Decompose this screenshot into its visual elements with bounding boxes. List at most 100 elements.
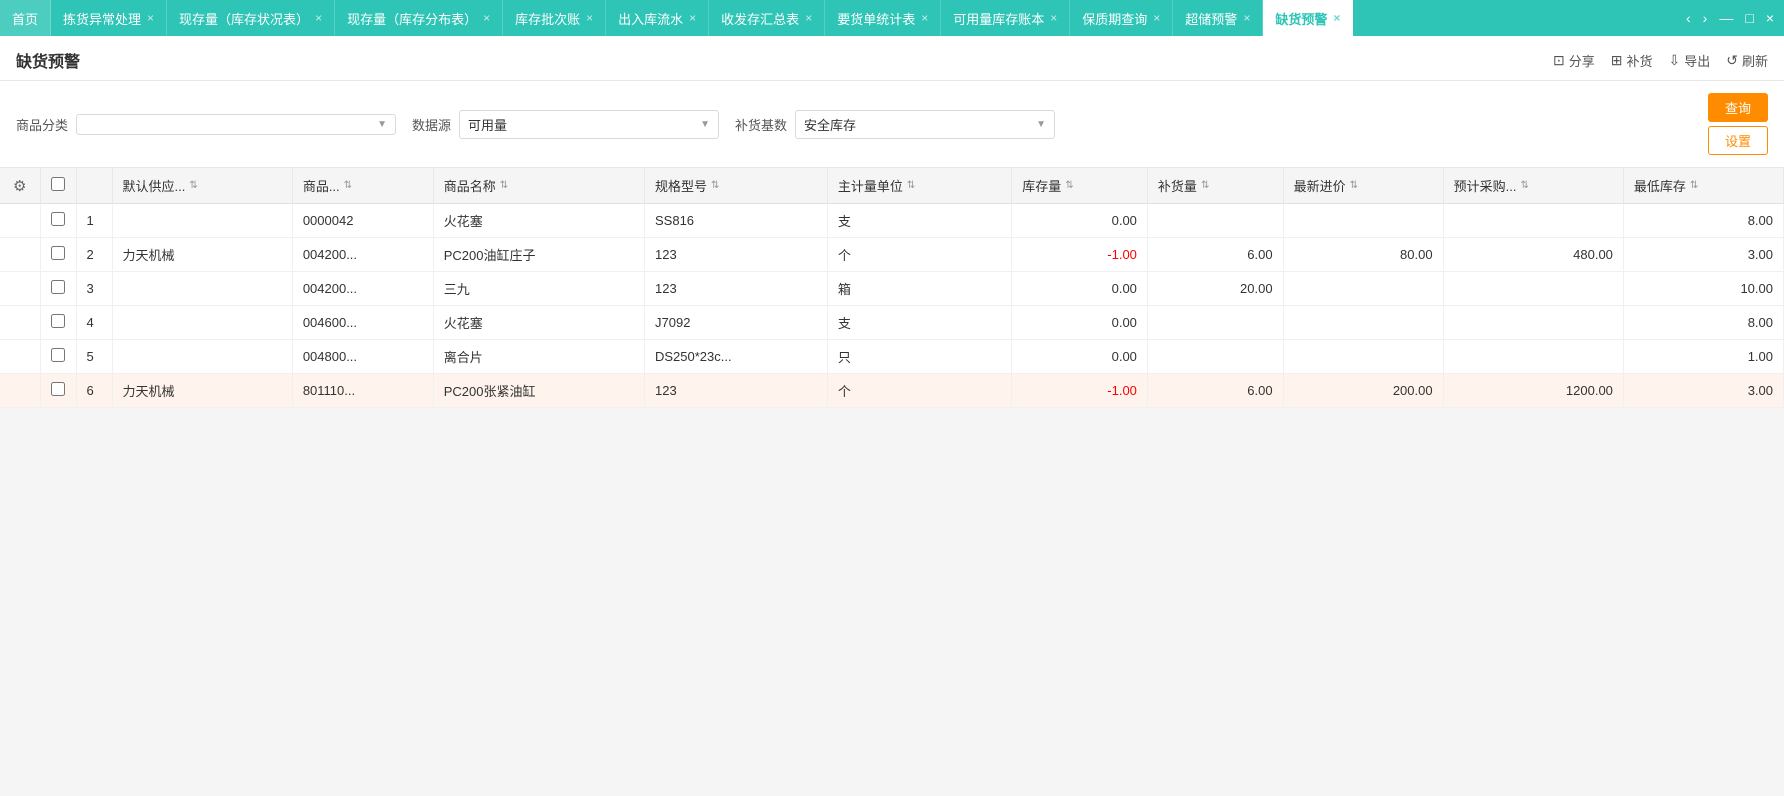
- row-stock-qty-cell: 0.00: [1012, 204, 1148, 238]
- row-supplier-cell: 力天机械: [112, 374, 292, 408]
- tab-home[interactable]: 首页: [0, 0, 51, 36]
- row-checkbox[interactable]: [51, 212, 65, 226]
- th-gear[interactable]: ⚙: [0, 168, 40, 204]
- row-spec-cell: J7092: [645, 306, 828, 340]
- tab-next-button[interactable]: ›: [1697, 0, 1714, 36]
- tab-exception[interactable]: 拣货异常处理 ×: [51, 0, 167, 36]
- row-checkbox[interactable]: [51, 348, 65, 362]
- table-row[interactable]: 3 004200... 三九 123 箱 0.00 20.00 10.00: [0, 272, 1784, 306]
- tab-inout-flow[interactable]: 出入库流水 ×: [606, 0, 709, 36]
- replenish-basis-select[interactable]: 安全库存 ▼: [795, 110, 1055, 139]
- row-stock-qty-cell: -1.00: [1012, 238, 1148, 272]
- row-estimated-purchase-cell: [1443, 272, 1623, 306]
- row-code-cell: 004600...: [292, 306, 433, 340]
- row-checkbox[interactable]: [51, 382, 65, 396]
- row-checkbox[interactable]: [51, 314, 65, 328]
- replenish-button[interactable]: ⊞ 补货: [1611, 51, 1653, 70]
- row-min-stock-cell: 8.00: [1623, 204, 1783, 238]
- replenish-basis-value: 安全库存: [804, 115, 856, 134]
- datasource-filter-group: 数据源 可用量 ▼: [412, 110, 719, 139]
- tab-maximize-button[interactable]: □: [1739, 0, 1759, 36]
- sort-unit-icon: ⇅: [907, 180, 915, 191]
- row-index-cell: 5: [76, 340, 112, 374]
- category-select[interactable]: ▼: [76, 114, 396, 135]
- sort-estimated-icon: ⇅: [1520, 180, 1528, 191]
- tab-stock-dist[interactable]: 现存量（库存分布表） ×: [335, 0, 503, 36]
- close-tab-receive[interactable]: ×: [805, 11, 812, 25]
- row-checkbox-cell[interactable]: [40, 374, 76, 408]
- tab-stock-status[interactable]: 现存量（库存状况表） ×: [167, 0, 335, 36]
- row-checkbox[interactable]: [51, 280, 65, 294]
- table-row[interactable]: 2 力天机械 004200... PC200油缸庄子 123 个 -1.00 6…: [0, 238, 1784, 272]
- row-estimated-purchase-cell: [1443, 204, 1623, 238]
- row-checkbox-cell[interactable]: [40, 238, 76, 272]
- tab-shortage[interactable]: 缺货预警 ×: [1263, 0, 1353, 36]
- query-button[interactable]: 查询: [1708, 93, 1768, 122]
- row-name-cell: PC200油缸庄子: [433, 238, 644, 272]
- row-index-cell: 2: [76, 238, 112, 272]
- category-filter-group: 商品分类 ▼: [16, 114, 396, 135]
- row-replenish-qty-cell: [1147, 204, 1283, 238]
- row-checkbox-cell[interactable]: [40, 204, 76, 238]
- th-min-stock[interactable]: 最低库存 ⇅: [1623, 168, 1783, 204]
- close-tab-exception[interactable]: ×: [147, 11, 154, 25]
- th-default-supplier[interactable]: 默认供应... ⇅: [112, 168, 292, 204]
- tab-prev-button[interactable]: ‹: [1680, 0, 1697, 36]
- row-unit-cell: 个: [827, 374, 1011, 408]
- table-row[interactable]: 5 004800... 离合片 DS250*23c... 只 0.00 1.00: [0, 340, 1784, 374]
- settings-button[interactable]: 设置: [1708, 126, 1768, 155]
- table-container: ⚙ 默认供应... ⇅ 商品... ⇅: [0, 168, 1784, 408]
- tab-receive-summary[interactable]: 收发存汇总表 ×: [709, 0, 825, 36]
- row-name-cell: PC200张紧油缸: [433, 374, 644, 408]
- filter-actions: 查询 设置: [1708, 93, 1768, 155]
- sort-stock-icon: ⇅: [1065, 180, 1073, 191]
- row-gear-cell: [0, 238, 40, 272]
- refresh-button[interactable]: ↺ 刷新: [1726, 51, 1768, 70]
- close-tab-inout[interactable]: ×: [689, 11, 696, 25]
- tab-overstock[interactable]: 超储预警 ×: [1173, 0, 1263, 36]
- datasource-select[interactable]: 可用量 ▼: [459, 110, 719, 139]
- th-product-name[interactable]: 商品名称 ⇅: [433, 168, 644, 204]
- datasource-select-value: 可用量: [468, 115, 507, 134]
- close-tab-order[interactable]: ×: [921, 11, 928, 25]
- export-button[interactable]: ⇩ 导出: [1669, 51, 1711, 70]
- th-product-code[interactable]: 商品... ⇅: [292, 168, 433, 204]
- close-tab-overstock[interactable]: ×: [1243, 11, 1250, 25]
- close-tab-ledger[interactable]: ×: [1050, 11, 1057, 25]
- th-unit[interactable]: 主计量单位 ⇅: [827, 168, 1011, 204]
- close-tab-expiry[interactable]: ×: [1153, 11, 1160, 25]
- tab-minimize-button[interactable]: —: [1713, 0, 1739, 36]
- th-spec[interactable]: 规格型号 ⇅: [645, 168, 828, 204]
- row-checkbox-cell[interactable]: [40, 306, 76, 340]
- tab-available-ledger[interactable]: 可用量库存账本 ×: [941, 0, 1070, 36]
- th-estimated-purchase[interactable]: 预计采购... ⇅: [1443, 168, 1623, 204]
- tab-order-stats[interactable]: 要货单统计表 ×: [825, 0, 941, 36]
- table-row[interactable]: 1 0000042 火花塞 SS816 支 0.00 8.00: [0, 204, 1784, 238]
- tab-close-window-button[interactable]: ×: [1760, 0, 1780, 36]
- tab-batch-account[interactable]: 库存批次账 ×: [503, 0, 606, 36]
- select-all-checkbox[interactable]: [51, 177, 65, 191]
- row-code-cell: 004200...: [292, 272, 433, 306]
- row-replenish-qty-cell: [1147, 306, 1283, 340]
- tab-expiry[interactable]: 保质期查询 ×: [1070, 0, 1173, 36]
- close-tab-shortage[interactable]: ×: [1333, 11, 1340, 25]
- share-icon: ⊡: [1553, 52, 1565, 69]
- row-checkbox[interactable]: [51, 246, 65, 260]
- row-checkbox-cell[interactable]: [40, 272, 76, 306]
- share-button[interactable]: ⊡ 分享: [1553, 51, 1595, 70]
- row-name-cell: 离合片: [433, 340, 644, 374]
- close-tab-batch[interactable]: ×: [586, 11, 593, 25]
- th-replenish-qty[interactable]: 补货量 ⇅: [1147, 168, 1283, 204]
- sort-name-icon: ⇅: [500, 180, 508, 191]
- table-row[interactable]: 6 力天机械 801110... PC200张紧油缸 123 个 -1.00 6…: [0, 374, 1784, 408]
- row-checkbox-cell[interactable]: [40, 340, 76, 374]
- data-table: ⚙ 默认供应... ⇅ 商品... ⇅: [0, 168, 1784, 408]
- row-min-stock-cell: 1.00: [1623, 340, 1783, 374]
- th-latest-price[interactable]: 最新进价 ⇅: [1283, 168, 1443, 204]
- row-name-cell: 火花塞: [433, 204, 644, 238]
- table-header-row: ⚙ 默认供应... ⇅ 商品... ⇅: [0, 168, 1784, 204]
- th-stock-qty[interactable]: 库存量 ⇅: [1012, 168, 1148, 204]
- close-tab-stock-status[interactable]: ×: [315, 11, 322, 25]
- table-row[interactable]: 4 004600... 火花塞 J7092 支 0.00 8.00: [0, 306, 1784, 340]
- close-tab-stock-dist[interactable]: ×: [483, 11, 490, 25]
